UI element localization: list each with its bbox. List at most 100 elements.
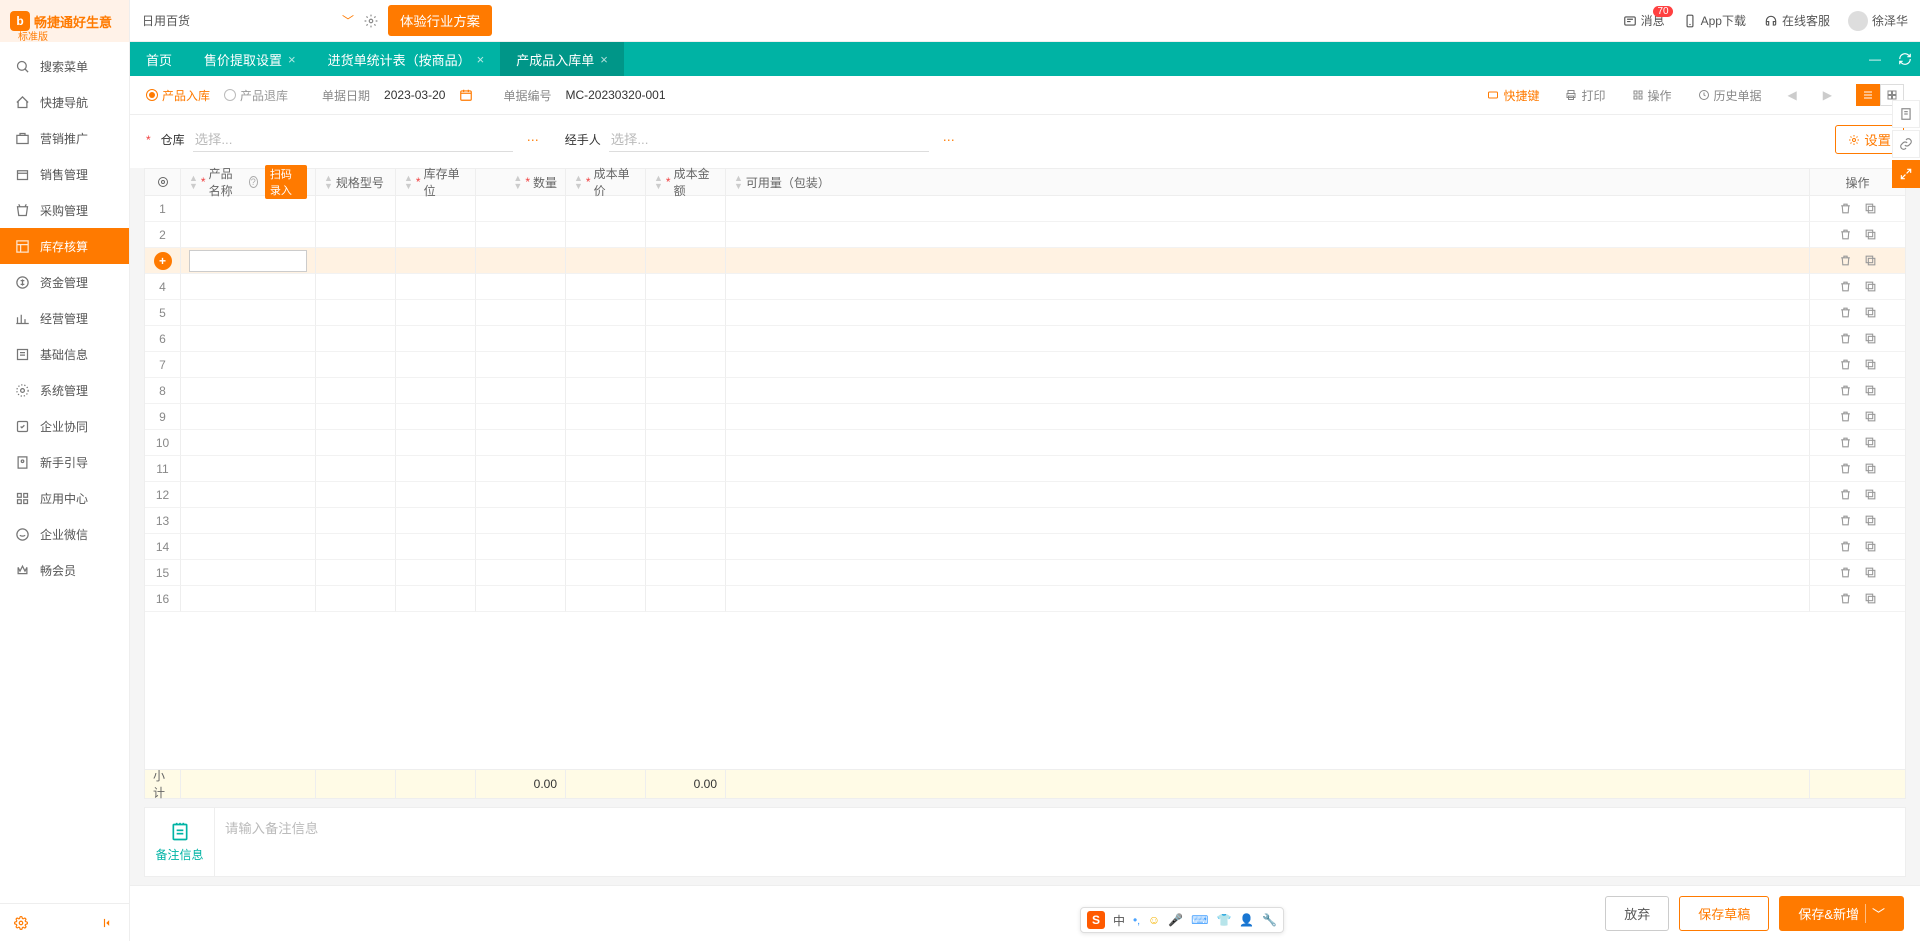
copy-row-icon[interactable]	[1864, 280, 1877, 293]
copy-row-icon[interactable]	[1864, 332, 1877, 345]
table-row[interactable]: 13	[145, 508, 1905, 534]
sidebar-item-3[interactable]: 销售管理	[0, 156, 129, 192]
sidebar-item-4[interactable]: 采购管理	[0, 192, 129, 228]
copy-row-icon[interactable]	[1864, 462, 1877, 475]
table-row[interactable]: 12	[145, 482, 1905, 508]
table-row[interactable]: 6	[145, 326, 1905, 352]
copy-row-icon[interactable]	[1864, 540, 1877, 553]
tabs-refresh[interactable]	[1890, 42, 1920, 76]
logo[interactable]: b 畅捷通好生意 标准版	[0, 0, 129, 42]
copy-row-icon[interactable]	[1864, 384, 1877, 397]
support-button[interactable]: 在线客服	[1764, 12, 1830, 29]
close-icon[interactable]: ×	[477, 52, 485, 67]
delete-row-icon[interactable]	[1839, 462, 1852, 475]
col-price[interactable]: ▲▼*成本单价	[566, 169, 646, 195]
table-row[interactable]: +	[145, 248, 1905, 274]
ime-emoji-icon[interactable]: ☺	[1148, 913, 1160, 927]
delete-row-icon[interactable]	[1839, 540, 1852, 553]
table-row[interactable]: 7	[145, 352, 1905, 378]
sidebar-item-0[interactable]: 搜索菜单	[0, 48, 129, 84]
warehouse-more-icon[interactable]: ⋯	[527, 133, 539, 147]
scan-entry-chip[interactable]: 扫码录入	[265, 165, 307, 199]
chevron-down-icon[interactable]: ﹀	[342, 12, 354, 29]
ime-punct-icon[interactable]: •‚	[1133, 913, 1140, 927]
ime-toolbar[interactable]: S 中 •‚ ☺ 🎤 ⌨ 👕 👤 🔧	[1080, 907, 1284, 933]
add-row-button[interactable]: +	[154, 252, 172, 270]
delete-row-icon[interactable]	[1839, 358, 1852, 371]
tab-3[interactable]: 产成品入库单×	[500, 42, 624, 76]
delete-row-icon[interactable]	[1839, 488, 1852, 501]
ime-user-icon[interactable]: 👤	[1239, 913, 1254, 927]
remarks-tab[interactable]: 备注信息	[145, 808, 215, 876]
sidebar-item-9[interactable]: 系统管理	[0, 372, 129, 408]
sidebar-item-10[interactable]: 企业协同	[0, 408, 129, 444]
collapse-icon[interactable]	[101, 916, 115, 930]
next-doc[interactable]: ▶	[1823, 88, 1832, 102]
view-list-icon[interactable]	[1856, 84, 1880, 106]
delete-row-icon[interactable]	[1839, 566, 1852, 579]
column-settings-icon[interactable]	[145, 169, 181, 195]
app-download-button[interactable]: App下载	[1683, 12, 1746, 29]
sidebar-item-12[interactable]: 应用中心	[0, 480, 129, 516]
table-row[interactable]: 16	[145, 586, 1905, 612]
tabs-minimize[interactable]: —	[1860, 42, 1890, 76]
delete-row-icon[interactable]	[1839, 228, 1852, 241]
delete-row-icon[interactable]	[1839, 332, 1852, 345]
rail-link-icon[interactable]	[1892, 130, 1920, 158]
copy-row-icon[interactable]	[1864, 202, 1877, 215]
copy-row-icon[interactable]	[1864, 228, 1877, 241]
try-scheme-button[interactable]: 体验行业方案	[388, 5, 492, 36]
print-button[interactable]: 打印	[1565, 87, 1605, 104]
sidebar-item-7[interactable]: 经营管理	[0, 300, 129, 336]
table-row[interactable]: 8	[145, 378, 1905, 404]
table-row[interactable]: 4	[145, 274, 1905, 300]
help-icon[interactable]: ?	[249, 176, 258, 188]
col-amount[interactable]: ▲▼*成本金额	[646, 169, 726, 195]
ime-tools-icon[interactable]: 🔧	[1262, 913, 1277, 927]
copy-row-icon[interactable]	[1864, 592, 1877, 605]
col-available[interactable]: ▲▼可用量（包装）	[726, 169, 1810, 195]
table-row[interactable]: 1	[145, 196, 1905, 222]
sidebar-item-2[interactable]: 营销推广	[0, 120, 129, 156]
tab-2[interactable]: 进货单统计表（按商品）×	[312, 42, 501, 76]
settings-icon[interactable]	[14, 916, 28, 930]
copy-row-icon[interactable]	[1864, 358, 1877, 371]
copy-row-icon[interactable]	[1864, 514, 1877, 527]
radio-product-out[interactable]: 产品退库	[224, 87, 288, 104]
radio-product-in[interactable]: 产品入库	[146, 87, 210, 104]
sidebar-item-8[interactable]: 基础信息	[0, 336, 129, 372]
table-row[interactable]: 9	[145, 404, 1905, 430]
sidebar-item-1[interactable]: 快捷导航	[0, 84, 129, 120]
delete-row-icon[interactable]	[1839, 202, 1852, 215]
chevron-down-icon[interactable]: ﹀	[1865, 904, 1885, 923]
sidebar-item-11[interactable]: 新手引导	[0, 444, 129, 480]
discard-button[interactable]: 放弃	[1605, 896, 1669, 931]
delete-row-icon[interactable]	[1839, 254, 1852, 267]
sidebar-item-14[interactable]: 畅会员	[0, 552, 129, 588]
table-row[interactable]: 2	[145, 222, 1905, 248]
col-product-name[interactable]: ▲▼*产品名称? 扫码录入	[181, 169, 316, 195]
col-spec[interactable]: ▲▼规格型号	[316, 169, 396, 195]
calendar-icon[interactable]	[459, 88, 473, 102]
handler-more-icon[interactable]: ⋯	[943, 133, 955, 147]
copy-row-icon[interactable]	[1864, 410, 1877, 423]
delete-row-icon[interactable]	[1839, 410, 1852, 423]
table-row[interactable]: 11	[145, 456, 1905, 482]
delete-row-icon[interactable]	[1839, 514, 1852, 527]
table-row[interactable]: 5	[145, 300, 1905, 326]
ime-mic-icon[interactable]: 🎤	[1168, 913, 1183, 927]
ime-lang[interactable]: 中	[1113, 912, 1125, 929]
delete-row-icon[interactable]	[1839, 436, 1852, 449]
save-new-button[interactable]: 保存&新增 ﹀	[1779, 896, 1904, 931]
messages-button[interactable]: 消息 70	[1623, 12, 1665, 29]
doc-date-value[interactable]: 2023-03-20	[384, 88, 445, 102]
rail-note-icon[interactable]	[1892, 100, 1920, 128]
save-draft-button[interactable]: 保存草稿	[1679, 896, 1769, 931]
remarks-input[interactable]	[215, 808, 1905, 876]
user-menu[interactable]: 徐泽华	[1848, 11, 1908, 31]
product-name-input[interactable]	[189, 250, 307, 272]
col-unit[interactable]: ▲▼*库存单位	[396, 169, 476, 195]
gear-icon[interactable]	[364, 14, 378, 28]
rail-expand-icon[interactable]	[1892, 160, 1920, 188]
close-icon[interactable]: ×	[600, 52, 608, 67]
